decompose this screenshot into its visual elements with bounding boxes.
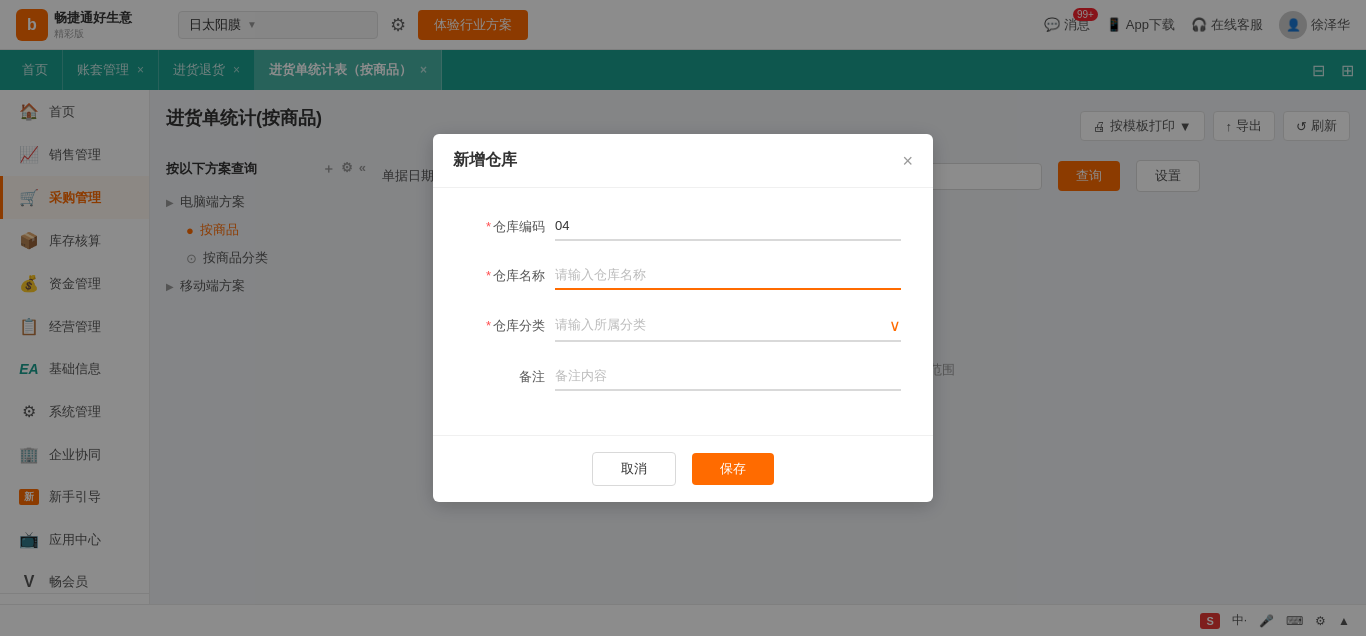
modal-body: 仓库编码 仓库名称 仓库分类 请输入所属分类 ∨ 备注	[433, 188, 933, 435]
modal-close-button[interactable]: ×	[902, 152, 913, 170]
cancel-button[interactable]: 取消	[592, 452, 676, 486]
modal-footer: 取消 保存	[433, 435, 933, 502]
code-label: 仓库编码	[465, 218, 555, 236]
modal-header: 新增仓库 ×	[433, 134, 933, 188]
category-placeholder: 请输入所属分类	[555, 310, 889, 340]
category-label: 仓库分类	[465, 317, 555, 335]
save-button[interactable]: 保存	[692, 453, 774, 485]
form-row-code: 仓库编码	[465, 212, 901, 241]
note-label: 备注	[465, 368, 555, 386]
category-select[interactable]: 请输入所属分类 ∨	[555, 310, 901, 342]
modal-title: 新增仓库	[453, 150, 517, 171]
modal-add-warehouse: 新增仓库 × 仓库编码 仓库名称 仓库分类 请输入所属分类 ∨	[433, 134, 933, 502]
note-input[interactable]	[555, 362, 901, 391]
name-label: 仓库名称	[465, 267, 555, 285]
name-input[interactable]	[555, 261, 901, 290]
form-row-category: 仓库分类 请输入所属分类 ∨	[465, 310, 901, 342]
code-input[interactable]	[555, 212, 901, 241]
form-row-note: 备注	[465, 362, 901, 391]
chevron-down-icon: ∨	[889, 316, 901, 335]
modal-overlay: 新增仓库 × 仓库编码 仓库名称 仓库分类 请输入所属分类 ∨	[0, 0, 1366, 636]
form-row-name: 仓库名称	[465, 261, 901, 290]
